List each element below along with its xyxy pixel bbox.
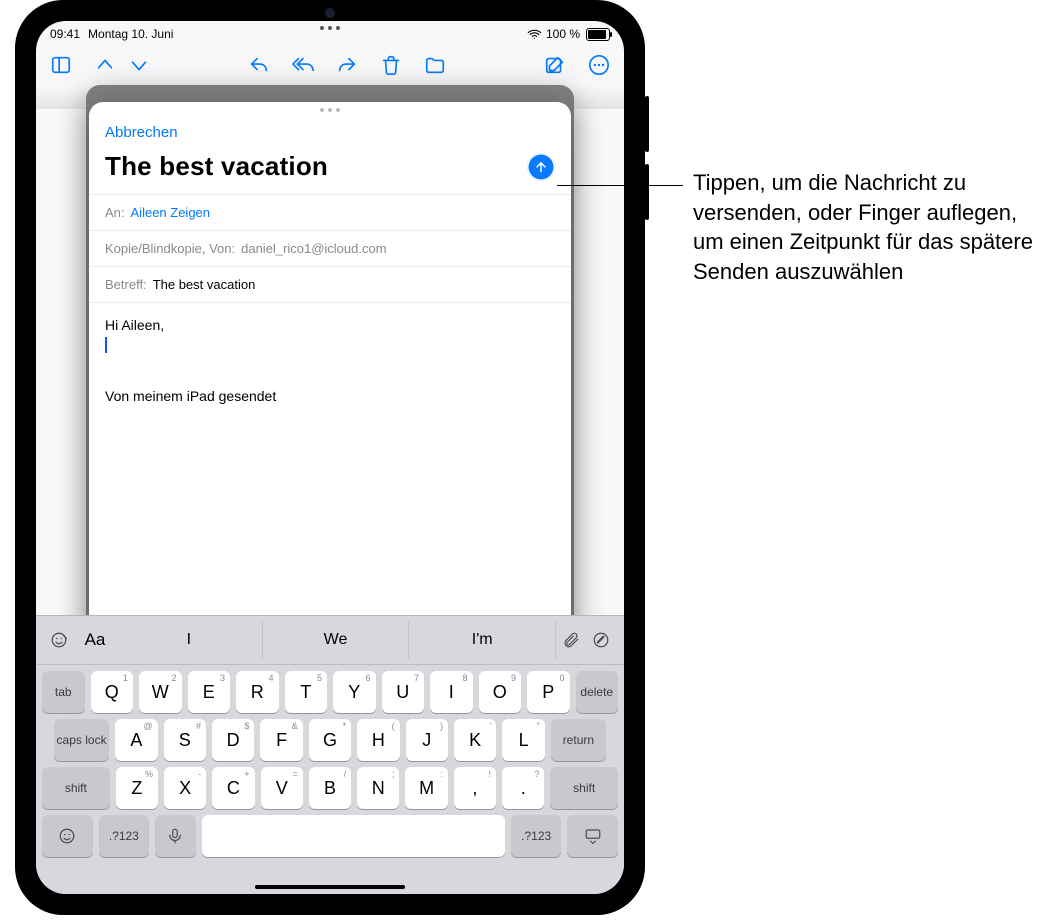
key-k[interactable]: K' bbox=[454, 719, 496, 761]
reply-all-icon[interactable] bbox=[292, 54, 314, 76]
status-bar: 09:41 Montag 10. Juni 100 % bbox=[36, 21, 624, 45]
cc-label: Kopie/Blindkopie, Von: bbox=[105, 241, 235, 256]
stickers-icon[interactable] bbox=[44, 631, 74, 649]
status-time: 09:41 bbox=[50, 27, 80, 41]
more-menu-icon[interactable] bbox=[588, 54, 610, 76]
emoji-key[interactable] bbox=[42, 815, 93, 857]
key-j[interactable]: J) bbox=[406, 719, 448, 761]
to-value[interactable]: Aileen Zeigen bbox=[131, 205, 211, 220]
key-z[interactable]: Z% bbox=[116, 767, 158, 809]
reply-icon[interactable] bbox=[248, 54, 270, 76]
keyboard-row-4: .?123 .?123 bbox=[42, 815, 618, 857]
return-key[interactable]: return bbox=[551, 719, 606, 761]
tab-key[interactable]: tab bbox=[42, 671, 85, 713]
shift-left-key[interactable]: shift bbox=[42, 767, 110, 809]
key-f[interactable]: F& bbox=[260, 719, 302, 761]
trash-icon[interactable] bbox=[380, 54, 402, 76]
suggestion-1[interactable]: I bbox=[116, 621, 263, 659]
key-.[interactable]: .? bbox=[502, 767, 544, 809]
shift-right-key[interactable]: shift bbox=[550, 767, 618, 809]
dismiss-keyboard-key[interactable] bbox=[567, 815, 618, 857]
multitask-dots-icon[interactable] bbox=[320, 26, 340, 30]
key-p[interactable]: P0 bbox=[527, 671, 570, 713]
front-camera bbox=[325, 8, 335, 18]
signature-text: Von meinem iPad gesendet bbox=[105, 386, 555, 406]
key-a[interactable]: A@ bbox=[115, 719, 157, 761]
markup-icon[interactable] bbox=[586, 631, 616, 649]
compose-title: The best vacation bbox=[105, 151, 328, 182]
from-value: daniel_rico1@icloud.com bbox=[241, 241, 386, 256]
screen: 09:41 Montag 10. Juni 100 % bbox=[36, 21, 624, 894]
prev-message-icon[interactable] bbox=[94, 54, 116, 76]
key-,[interactable]: ,! bbox=[454, 767, 496, 809]
sheet-grabber-icon[interactable] bbox=[320, 108, 340, 112]
keyboard-row-2: caps lock A@S#D$F&G*H(J)K'L"return bbox=[42, 719, 618, 761]
sidebar-toggle-icon[interactable] bbox=[50, 54, 72, 76]
callout-label: Tippen, um die Nachricht zu versenden, o… bbox=[693, 168, 1033, 287]
key-d[interactable]: D$ bbox=[212, 719, 254, 761]
callout-leader-line bbox=[557, 185, 683, 186]
on-screen-keyboard: Aa I We I'm tab Q1W2E3R4T5Y6U7I8O bbox=[36, 615, 624, 894]
delete-key[interactable]: delete bbox=[576, 671, 619, 713]
forward-icon[interactable] bbox=[336, 54, 358, 76]
volume-up-button[interactable] bbox=[645, 96, 649, 152]
key-m[interactable]: M: bbox=[405, 767, 447, 809]
key-t[interactable]: T5 bbox=[285, 671, 328, 713]
stage: 09:41 Montag 10. Juni 100 % bbox=[0, 0, 1051, 923]
key-h[interactable]: H( bbox=[357, 719, 399, 761]
key-r[interactable]: R4 bbox=[236, 671, 279, 713]
key-w[interactable]: W2 bbox=[139, 671, 182, 713]
subject-value[interactable]: The best vacation bbox=[153, 277, 256, 292]
key-b[interactable]: B/ bbox=[309, 767, 351, 809]
subject-field[interactable]: Betreff: The best vacation bbox=[89, 266, 571, 303]
compose-icon[interactable] bbox=[544, 54, 566, 76]
caps-lock-key[interactable]: caps lock bbox=[54, 719, 109, 761]
send-button[interactable] bbox=[527, 153, 555, 181]
suggestion-2[interactable]: We bbox=[263, 621, 410, 659]
numbers-right-key[interactable]: .?123 bbox=[511, 815, 562, 857]
volume-down-button[interactable] bbox=[645, 164, 649, 220]
key-i[interactable]: I8 bbox=[430, 671, 473, 713]
move-folder-icon[interactable] bbox=[424, 54, 446, 76]
format-aa-button[interactable]: Aa bbox=[74, 630, 116, 650]
key-y[interactable]: Y6 bbox=[333, 671, 376, 713]
body-greeting-line: Hi Aileen, bbox=[105, 315, 555, 335]
status-date: Montag 10. Juni bbox=[88, 27, 173, 41]
keyboard-row-3: shift Z%X-C+V=B/N;M:,!.?shift bbox=[42, 767, 618, 809]
key-v[interactable]: V= bbox=[261, 767, 303, 809]
text-caret bbox=[105, 337, 107, 353]
keyboard-suggestion-bar: Aa I We I'm bbox=[36, 616, 624, 665]
numbers-left-key[interactable]: .?123 bbox=[99, 815, 150, 857]
ipad-device-frame: 09:41 Montag 10. Juni 100 % bbox=[15, 0, 645, 915]
key-x[interactable]: X- bbox=[164, 767, 206, 809]
key-s[interactable]: S# bbox=[164, 719, 206, 761]
space-key[interactable] bbox=[202, 815, 505, 857]
key-g[interactable]: G* bbox=[309, 719, 351, 761]
key-l[interactable]: L" bbox=[502, 719, 544, 761]
battery-percent: 100 % bbox=[546, 27, 580, 41]
dictation-mic-key[interactable] bbox=[155, 815, 195, 857]
suggestion-3[interactable]: I'm bbox=[409, 621, 556, 659]
cancel-button[interactable]: Abbrechen bbox=[105, 124, 178, 141]
key-e[interactable]: E3 bbox=[188, 671, 231, 713]
to-label: An: bbox=[105, 205, 125, 220]
key-o[interactable]: O9 bbox=[479, 671, 522, 713]
key-n[interactable]: N; bbox=[357, 767, 399, 809]
subject-label: Betreff: bbox=[105, 277, 147, 292]
keyboard-row-1: tab Q1W2E3R4T5Y6U7I8O9P0delete bbox=[42, 671, 618, 713]
key-u[interactable]: U7 bbox=[382, 671, 425, 713]
attachment-icon[interactable] bbox=[556, 631, 586, 649]
cc-from-field[interactable]: Kopie/Blindkopie, Von: daniel_rico1@iclo… bbox=[89, 230, 571, 266]
mail-toolbar bbox=[36, 45, 624, 85]
battery-icon bbox=[586, 28, 610, 41]
home-indicator[interactable] bbox=[255, 885, 405, 889]
next-message-icon[interactable] bbox=[128, 54, 150, 76]
wifi-icon bbox=[527, 27, 542, 42]
key-c[interactable]: C+ bbox=[212, 767, 254, 809]
key-q[interactable]: Q1 bbox=[91, 671, 134, 713]
to-field[interactable]: An: Aileen Zeigen bbox=[89, 194, 571, 230]
